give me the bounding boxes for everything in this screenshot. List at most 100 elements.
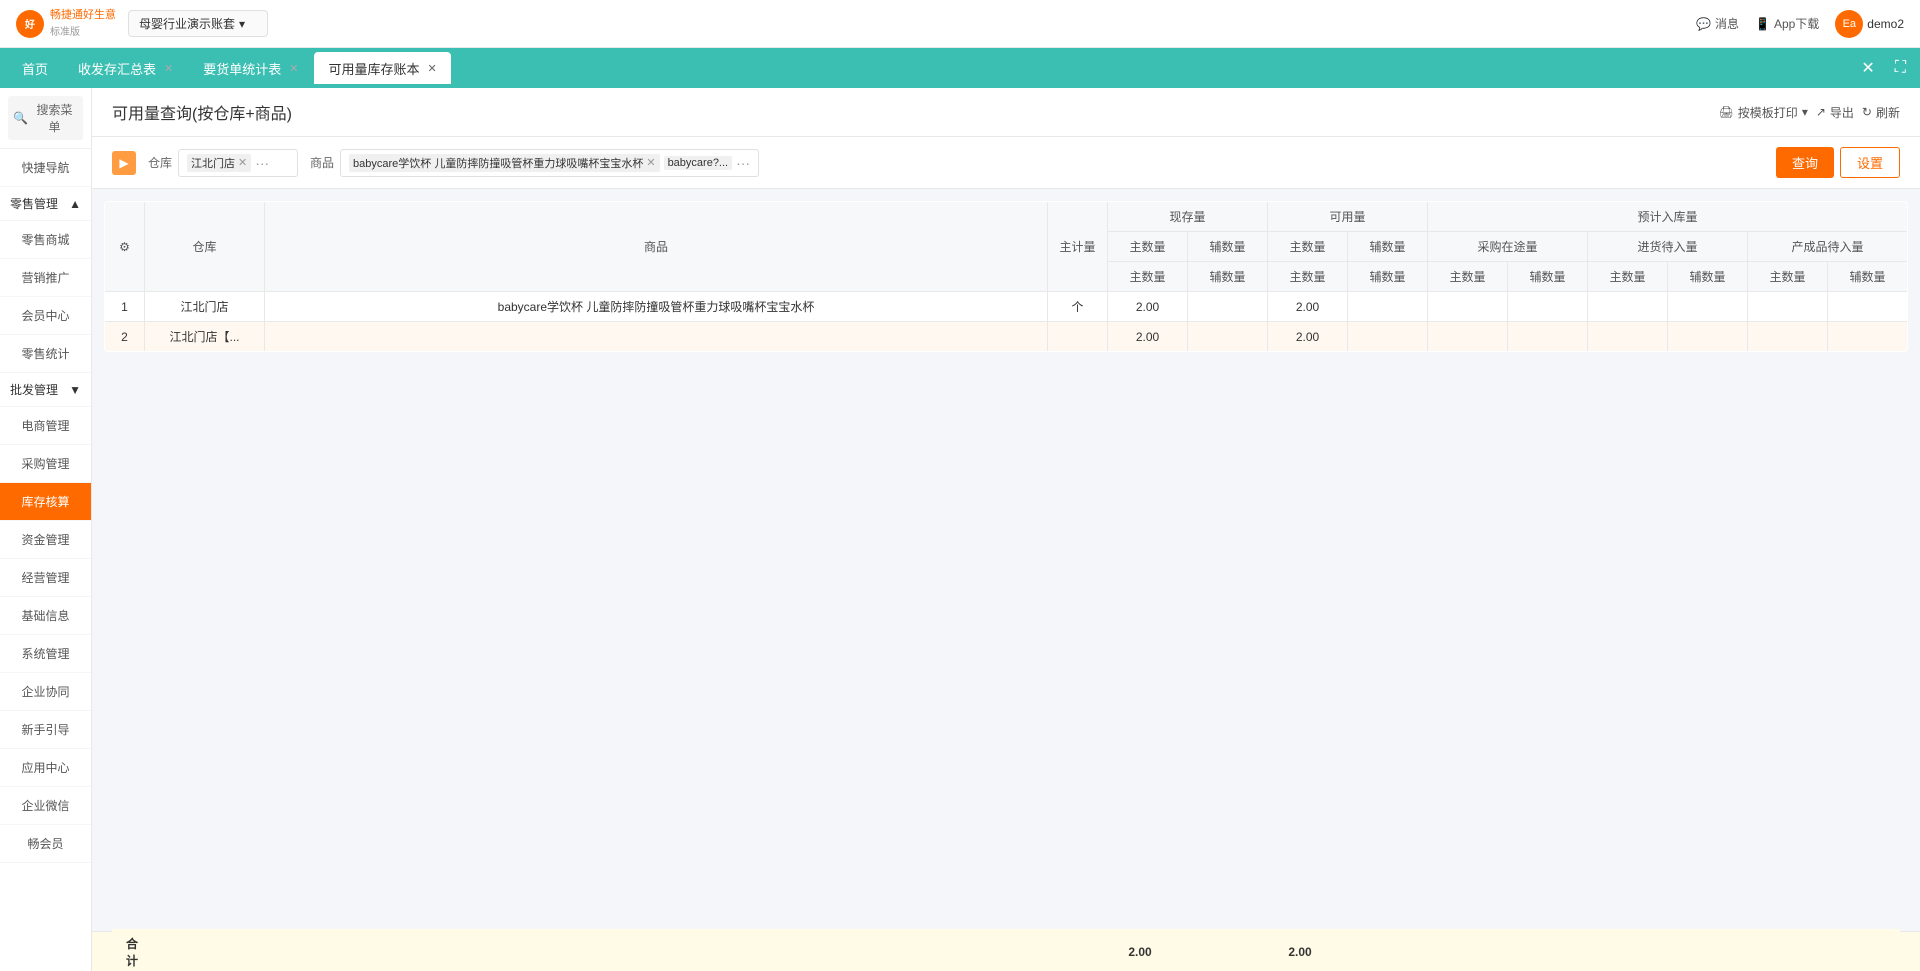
sidebar-item-member[interactable]: 会员中心: [0, 297, 91, 335]
industry-selector[interactable]: 母婴行业演示账套 ▾: [128, 10, 268, 37]
subtotal-in-sub: [1668, 322, 1748, 352]
sidebar-item-quick-nav[interactable]: 快捷导航: [0, 149, 91, 187]
tab-available-stock[interactable]: 可用量库存账本 ✕: [314, 52, 450, 84]
more-options-icon[interactable]: ···: [255, 155, 269, 171]
cell-pt-sub: [1508, 292, 1588, 322]
app-download-button[interactable]: 📱 App下载: [1755, 15, 1819, 32]
logo-sub: 标准版: [50, 23, 116, 38]
cell-unit: 个: [1048, 292, 1108, 322]
th-pt-main: 主数量: [1428, 262, 1508, 292]
th-purchase-transit: 采购在途量: [1428, 232, 1588, 262]
top-bar: 好 畅捷通好生意 标准版 母婴行业演示账套 ▾ 💬 消息 📱 App下载 Ea …: [0, 0, 1920, 48]
product-tag-2: babycare?...: [664, 156, 733, 170]
warehouse-filter: 仓库 江北门店 ✕ ···: [148, 149, 298, 177]
tab-receive-pay[interactable]: 收发存汇总表 ✕: [64, 52, 187, 84]
cell-available-sub: [1348, 292, 1428, 322]
cell-available-main: 2.00: [1268, 292, 1348, 322]
sidebar-item-wechat[interactable]: 企业微信: [0, 787, 91, 825]
search-menu-button[interactable]: 🔍 搜索菜单: [8, 96, 83, 140]
sidebar-item-finance[interactable]: 资金管理: [0, 521, 91, 559]
sidebar-item-vip[interactable]: 畅会员: [0, 825, 91, 863]
total-pt-main: [1420, 929, 1500, 971]
product-input[interactable]: babycare学饮杯 儿童防摔防撞吸管杯重力球吸嘴杯宝宝水杯 ✕ babyca…: [340, 149, 759, 177]
sidebar-item-retail[interactable]: 零售管理 ▲: [0, 187, 91, 221]
sidebar-item-operation[interactable]: 经营管理: [0, 559, 91, 597]
th-a-sub-qty: 辅数量: [1348, 262, 1428, 292]
close-tab-available-stock[interactable]: ✕: [428, 62, 437, 75]
total-unit-cell: [1040, 929, 1100, 971]
sidebar-item-marketing[interactable]: 营销推广: [0, 259, 91, 297]
total-pt-sub: [1500, 929, 1580, 971]
close-tab-receive-pay[interactable]: ✕: [164, 62, 173, 75]
th-available-main: 主数量: [1268, 232, 1348, 262]
th-finished-pending: 产成品待入量: [1748, 232, 1908, 262]
subtotal-product: [265, 322, 1048, 352]
total-current-main: 2.00: [1100, 929, 1180, 971]
sidebar-item-enterprise[interactable]: 企业协同: [0, 673, 91, 711]
product-filter: 商品 babycare学饮杯 儿童防摔防撞吸管杯重力球吸嘴杯宝宝水杯 ✕ bab…: [310, 149, 759, 177]
subtotal-current-main: 2.00: [1108, 322, 1188, 352]
sidebar-item-system[interactable]: 系统管理: [0, 635, 91, 673]
tab-order-stats[interactable]: 要货单统计表 ✕: [189, 52, 312, 84]
th-incoming: 进货待入量: [1588, 232, 1748, 262]
sidebar-item-basic[interactable]: 基础信息: [0, 597, 91, 635]
print-button[interactable]: 🖨 按模板打印 ▾: [1719, 104, 1808, 121]
subtotal-seq: 2: [105, 322, 145, 352]
top-bar-right: 💬 消息 📱 App下载 Ea demo2: [1696, 10, 1904, 38]
product-more-icon[interactable]: ···: [736, 155, 750, 171]
sidebar-item-inventory[interactable]: 库存核算: [0, 483, 91, 521]
th-a-main-qty: 主数量: [1268, 262, 1348, 292]
download-icon: 📱: [1755, 17, 1770, 31]
user-area[interactable]: Ea demo2: [1835, 10, 1904, 38]
warehouse-input[interactable]: 江北门店 ✕ ···: [178, 149, 298, 177]
print-icon: 🖨: [1719, 105, 1734, 119]
close-all-tabs-button[interactable]: ✕: [1855, 56, 1880, 80]
message-button[interactable]: 💬 消息: [1696, 15, 1739, 32]
sidebar-item-guide[interactable]: 新手引导: [0, 711, 91, 749]
subtotal-unit: [1048, 322, 1108, 352]
chevron-down-icon: ▾: [239, 17, 245, 31]
sidebar-item-app-center[interactable]: 应用中心: [0, 749, 91, 787]
logo-text: 畅捷通好生意: [50, 9, 116, 22]
close-tab-order-stats[interactable]: ✕: [289, 62, 298, 75]
query-button[interactable]: 查询: [1776, 147, 1834, 178]
th-current-main: 主数量: [1108, 232, 1188, 262]
th-available-sub: 辅数量: [1348, 232, 1428, 262]
total-row: 合计 2.00 2.00: [112, 929, 1900, 971]
total-product-cell: [272, 929, 1040, 971]
sidebar-item-purchase[interactable]: 采购管理: [0, 445, 91, 483]
filter-actions: 查询 设置: [1776, 147, 1900, 178]
cell-current-main: 2.00: [1108, 292, 1188, 322]
cell-warehouse: 江北门店: [145, 292, 265, 322]
remove-product-tag-1[interactable]: ✕: [646, 156, 655, 169]
export-button[interactable]: ↗ 导出: [1816, 104, 1854, 121]
sidebar-item-retail-mall[interactable]: 零售商城: [0, 221, 91, 259]
th-fin-main: 主数量: [1748, 262, 1828, 292]
settings-button[interactable]: 设置: [1840, 147, 1900, 178]
sidebar-item-ecommerce[interactable]: 电商管理: [0, 407, 91, 445]
content-area: 可用量查询(按仓库+商品) 🖨 按模板打印 ▾ ↗ 导出 ↻ 刷新 ▶: [92, 88, 1920, 971]
fullscreen-button[interactable]: ⛶: [1889, 57, 1912, 79]
warehouse-label: 仓库: [148, 154, 172, 171]
gear-icon[interactable]: ⚙: [119, 240, 130, 254]
warehouse-tag: 江北门店 ✕: [187, 154, 251, 172]
total-available-main: 2.00: [1260, 929, 1340, 971]
total-in-sub: [1660, 929, 1740, 971]
total-fin-sub: [1820, 929, 1900, 971]
page-header: 可用量查询(按仓库+商品) 🖨 按模板打印 ▾ ↗ 导出 ↻ 刷新: [92, 88, 1920, 137]
th-product: 商品: [265, 202, 1048, 292]
search-icon: 🔍: [13, 111, 28, 125]
tab-home[interactable]: 首页: [8, 52, 62, 84]
cell-in-main: [1588, 292, 1668, 322]
total-in-main: [1580, 929, 1660, 971]
filter-toggle-button[interactable]: ▶: [112, 151, 136, 175]
chevron-up-icon: ▲: [69, 197, 81, 211]
sidebar-item-wholesale[interactable]: 批发管理 ▼: [0, 373, 91, 407]
refresh-button[interactable]: ↻ 刷新: [1862, 104, 1900, 121]
cell-fin-sub: [1828, 292, 1908, 322]
table-row: 1 江北门店 babycare学饮杯 儿童防摔防撞吸管杯重力球吸嘴杯宝宝水杯 个…: [105, 292, 1908, 322]
subtotal-available-main: 2.00: [1268, 322, 1348, 352]
sidebar-item-retail-stats[interactable]: 零售统计: [0, 335, 91, 373]
total-current-sub: [1180, 929, 1260, 971]
remove-warehouse-tag[interactable]: ✕: [238, 156, 247, 169]
